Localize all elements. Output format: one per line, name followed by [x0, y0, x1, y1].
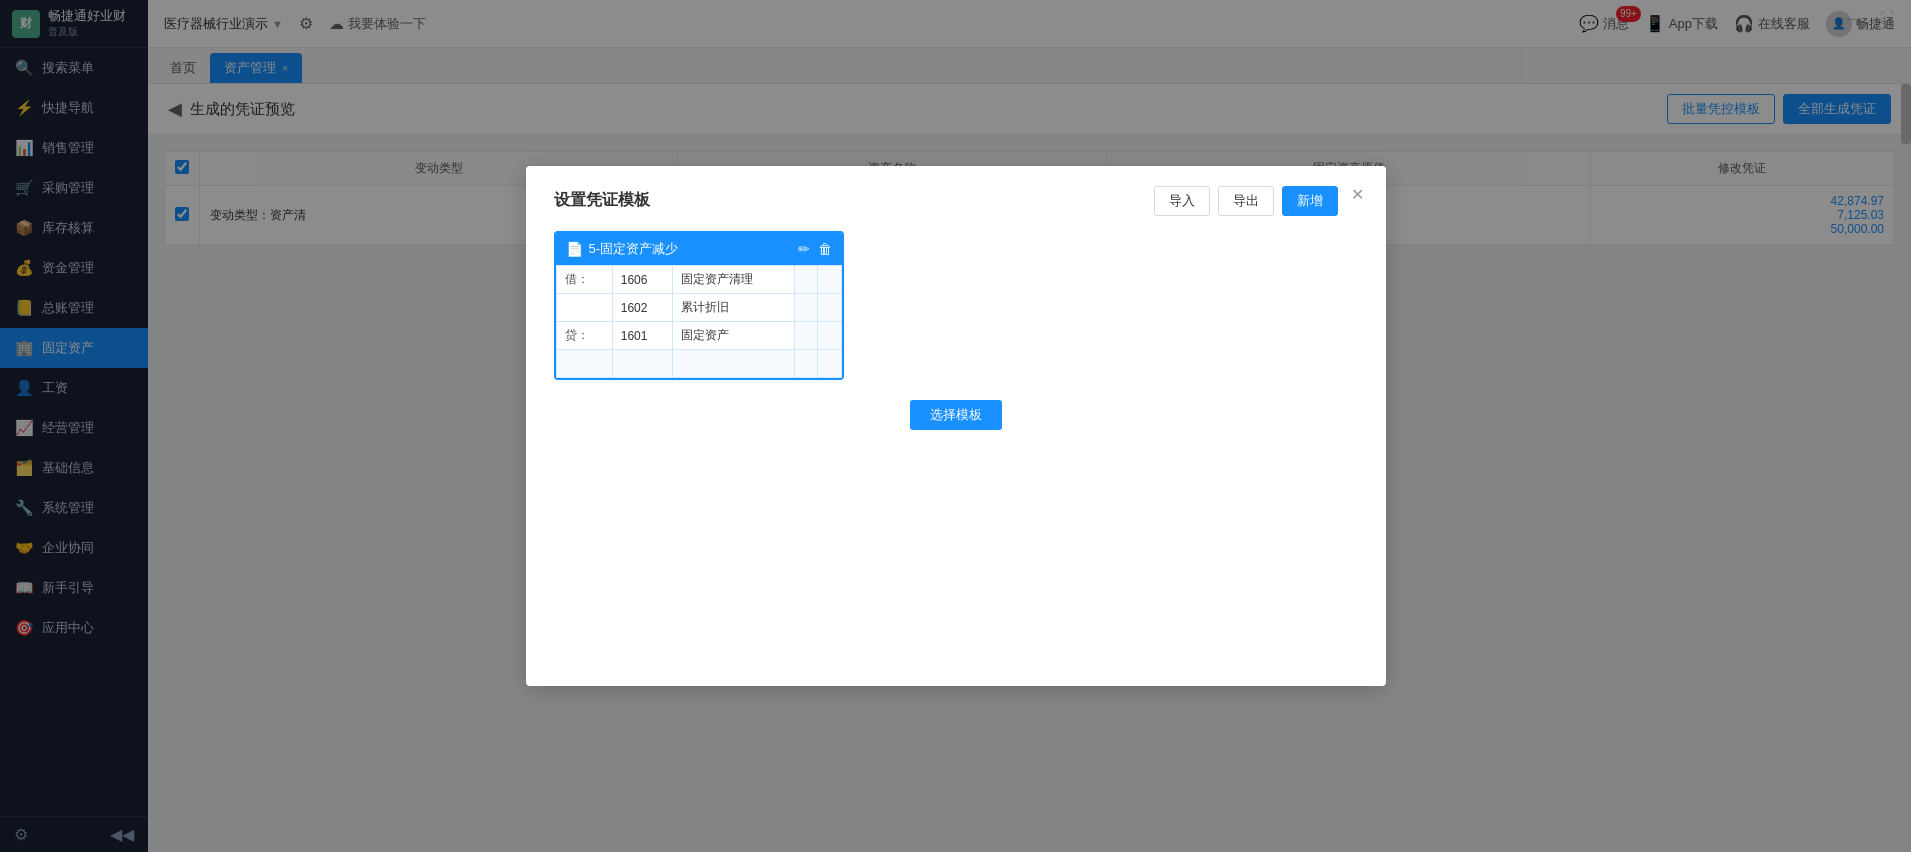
modal-overlay[interactable]: 设置凭证模板 ✕ 导入 导出 新增 📄 5-固定资产减少 ✏ 🗑	[0, 0, 1911, 852]
import-button[interactable]: 导入	[1154, 186, 1210, 216]
entry-credit-2	[818, 294, 841, 322]
entry-debit-3	[794, 322, 817, 350]
voucher-template-modal: 设置凭证模板 ✕ 导入 导出 新增 📄 5-固定资产减少 ✏ 🗑	[526, 166, 1386, 686]
template-card: 📄 5-固定资产减少 ✏ 🗑 借： 1606 固定资产清理	[554, 231, 844, 380]
entry-type-2	[556, 294, 612, 322]
entry-name-3: 固定资产	[672, 322, 794, 350]
template-entry-row-empty	[556, 350, 841, 378]
template-entry-row-1: 借： 1606 固定资产清理	[556, 266, 841, 294]
entry-credit-1	[818, 266, 841, 294]
modal-header-actions: 导入 导出 新增	[1154, 186, 1338, 216]
select-template-button[interactable]: 选择模板	[910, 400, 1002, 430]
entry-debit-2	[794, 294, 817, 322]
empty-1	[556, 350, 612, 378]
entry-code-1: 1606	[612, 266, 672, 294]
template-name: 5-固定资产减少	[589, 240, 798, 258]
entry-debit-1	[794, 266, 817, 294]
template-card-actions: ✏ 🗑	[798, 241, 832, 257]
empty-5	[818, 350, 841, 378]
new-template-button[interactable]: 新增	[1282, 186, 1338, 216]
template-edit-icon[interactable]: ✏	[798, 241, 810, 257]
template-delete-icon[interactable]: 🗑	[818, 241, 832, 257]
entry-name-1: 固定资产清理	[672, 266, 794, 294]
entry-type-1: 借：	[556, 266, 612, 294]
window-controls: — ⛶	[1827, 0, 1911, 36]
modal-close-button[interactable]: ✕	[1346, 182, 1370, 206]
window-maximize-button[interactable]: ⛶	[1871, 4, 1903, 32]
entry-name-2: 累计折旧	[672, 294, 794, 322]
empty-2	[612, 350, 672, 378]
empty-4	[794, 350, 817, 378]
template-entries-table: 借： 1606 固定资产清理 1602 累计折旧	[556, 265, 842, 378]
entry-code-3: 1601	[612, 322, 672, 350]
entry-credit-3	[818, 322, 841, 350]
export-button[interactable]: 导出	[1218, 186, 1274, 216]
template-entry-row-2: 1602 累计折旧	[556, 294, 841, 322]
template-card-body: 借： 1606 固定资产清理 1602 累计折旧	[556, 265, 842, 378]
empty-3	[672, 350, 794, 378]
template-card-header: 📄 5-固定资产减少 ✏ 🗑	[556, 233, 842, 265]
entry-code-2: 1602	[612, 294, 672, 322]
window-minimize-button[interactable]: —	[1835, 4, 1867, 32]
entry-type-3: 贷：	[556, 322, 612, 350]
template-doc-icon: 📄	[566, 241, 583, 257]
template-entry-row-3: 贷： 1601 固定资产	[556, 322, 841, 350]
